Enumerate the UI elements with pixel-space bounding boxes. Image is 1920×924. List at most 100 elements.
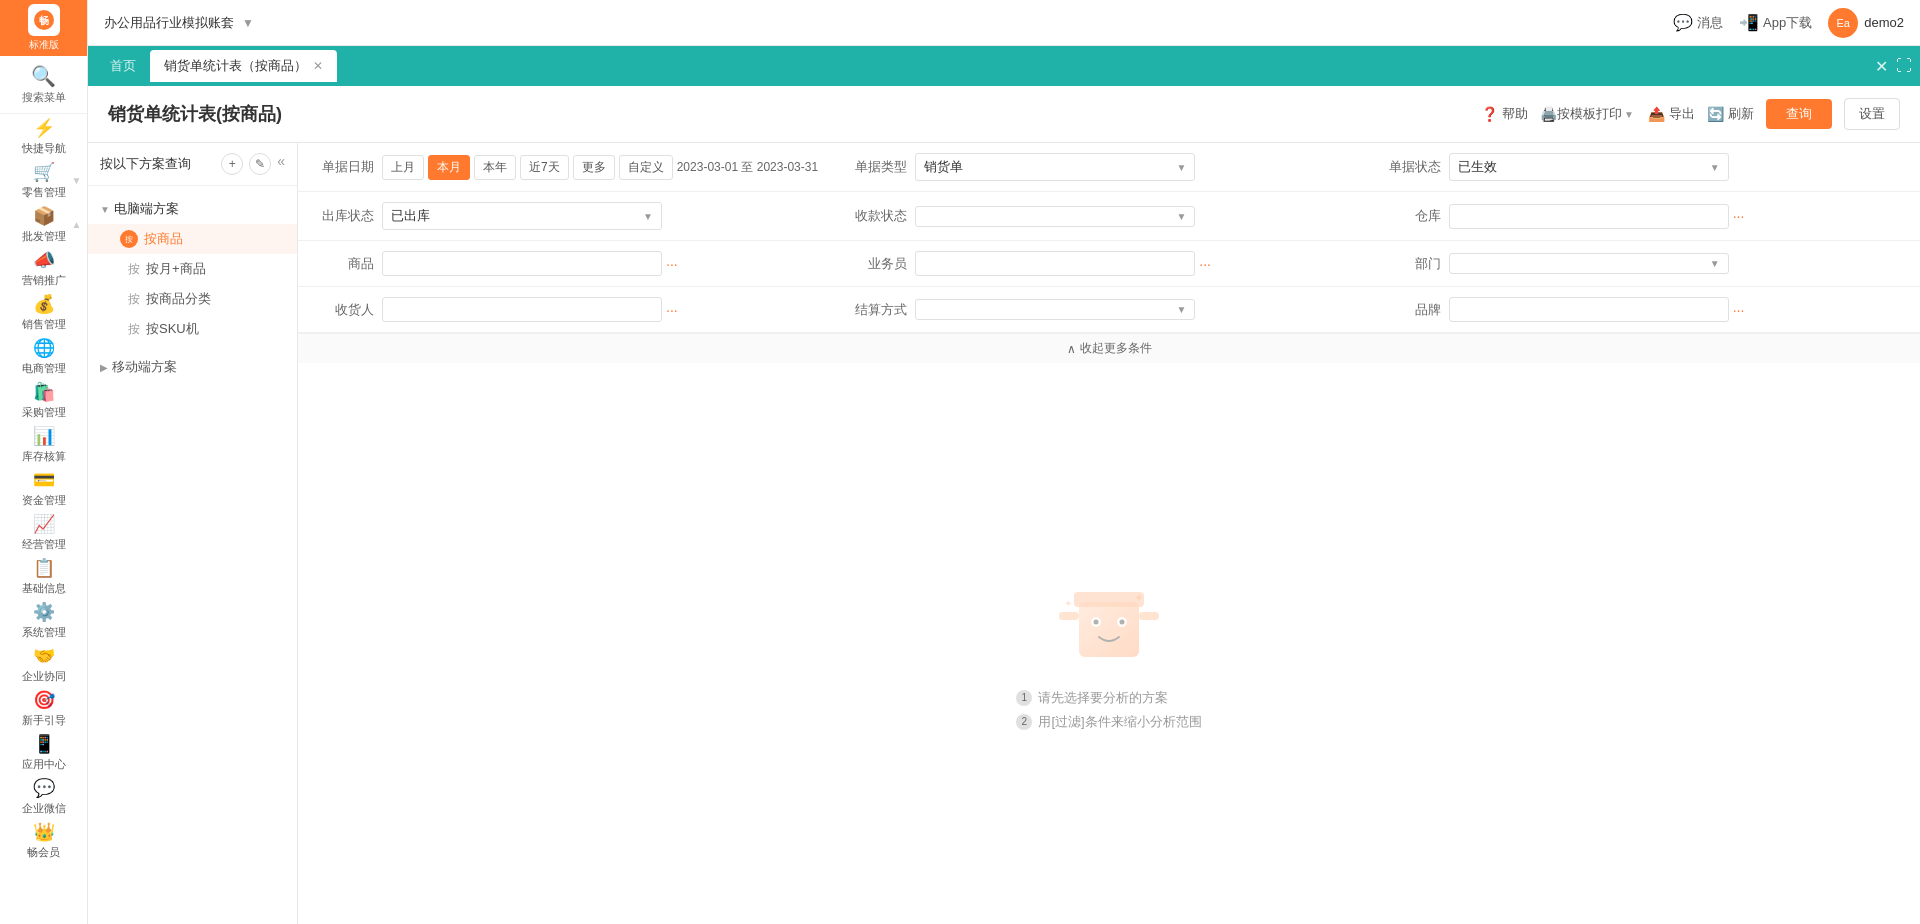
inventory-icon: 📊 — [33, 425, 55, 447]
add-scheme-btn[interactable]: + — [221, 153, 243, 175]
tree-item-by-sku[interactable]: 按 按SKU机 — [88, 314, 297, 344]
sidebar-item-retail[interactable]: 🛒 零售管理 ▼ — [0, 158, 88, 202]
settings-btn[interactable]: 设置 — [1844, 98, 1900, 130]
status-filter-cell: 单据状态 已生效 ▼ — [1381, 153, 1904, 181]
product-browse-icon[interactable]: ··· — [666, 256, 678, 272]
user-profile[interactable]: Ea demo2 — [1828, 8, 1904, 38]
svg-text:✦: ✦ — [1064, 598, 1072, 609]
print-label: 按模板打印 — [1557, 105, 1622, 123]
desktop-section-header[interactable]: ▼ 电脑端方案 — [88, 194, 297, 224]
by-sku-label: 按SKU机 — [146, 320, 199, 338]
sidebar-item-inventory[interactable]: 📊 库存核算 — [0, 422, 88, 466]
date-this-month-btn[interactable]: 本月 — [428, 155, 470, 180]
product-input-wrapper: ··· — [382, 251, 837, 276]
refresh-btn[interactable]: 🔄 刷新 — [1707, 105, 1754, 123]
salesperson-browse-icon[interactable]: ··· — [1199, 256, 1211, 272]
product-filter-cell: 商品 ··· — [314, 251, 837, 276]
print-dropdown-icon[interactable]: ▼ — [1622, 109, 1636, 120]
empty-tips: 1 请先选择要分析的方案 2 用[过滤]条件来缩小分析范围 — [1016, 689, 1201, 731]
payment-status-select[interactable]: ▼ — [915, 206, 1195, 227]
message-btn[interactable]: 💬 消息 — [1673, 13, 1723, 32]
sidebar-item-wechat[interactable]: 💬 企业微信 — [0, 774, 88, 818]
export-btn[interactable]: 📤 导出 — [1648, 105, 1695, 123]
member-label: 畅会员 — [27, 845, 60, 860]
date-7days-btn[interactable]: 近7天 — [520, 155, 569, 180]
collapse-panel-icon[interactable]: « — [277, 153, 285, 175]
tab-stats[interactable]: 销货单统计表（按商品） ✕ — [150, 50, 337, 82]
sidebar-item-basic[interactable]: 📋 基础信息 — [0, 554, 88, 598]
storage-input-wrapper: ··· — [1449, 204, 1904, 229]
warehouse-dropdown-icon: ▼ — [643, 211, 653, 222]
sidebar-item-sales[interactable]: 💰 销售管理 — [0, 290, 88, 334]
wholesale-label: 批发管理 — [22, 229, 66, 244]
search-menu-item[interactable]: 🔍 搜索菜单 — [0, 56, 88, 114]
logo-icon: 畅 — [28, 4, 60, 36]
date-last-month-btn[interactable]: 上月 — [382, 155, 424, 180]
tab-home[interactable]: 首页 — [96, 50, 150, 82]
salesperson-filter-cell: 业务员 ··· — [847, 251, 1370, 276]
payment-method-select[interactable]: ▼ — [915, 299, 1195, 320]
payment-method-dropdown-icon: ▼ — [1176, 304, 1186, 315]
by-month-product-label: 按月+商品 — [146, 260, 206, 278]
sku-icon: 按 — [128, 321, 140, 338]
date-this-year-btn[interactable]: 本年 — [474, 155, 516, 180]
enterprise-label: 企业协同 — [22, 669, 66, 684]
filter-row-2: 出库状态 已出库 ▼ 收款状态 ▼ 仓库 — [298, 192, 1920, 241]
product-input[interactable] — [382, 251, 662, 276]
receiver-input[interactable] — [382, 297, 662, 322]
payment-status-filter-cell: 收款状态 ▼ — [847, 202, 1370, 230]
storage-input[interactable] — [1449, 204, 1729, 229]
type-filter-label: 单据类型 — [847, 158, 907, 176]
sidebar-item-enterprise[interactable]: 🤝 企业协同 — [0, 642, 88, 686]
brand-browse-icon[interactable]: ··· — [1733, 302, 1745, 318]
tab-maximize-icon[interactable]: ⛶ — [1896, 57, 1912, 75]
search-icon: 🔍 — [31, 64, 56, 88]
sidebar-item-ecommerce[interactable]: 🌐 电商管理 — [0, 334, 88, 378]
workspace-dropdown-icon[interactable]: ▼ — [242, 16, 254, 30]
help-btn[interactable]: ❓ 帮助 — [1481, 105, 1528, 123]
mobile-section-header[interactable]: ▶ 移动端方案 — [88, 352, 297, 382]
query-btn[interactable]: 查询 — [1766, 99, 1832, 129]
sidebar-item-operations[interactable]: 📈 经营管理 — [0, 510, 88, 554]
purchase-label: 采购管理 — [22, 405, 66, 420]
status-filter-select[interactable]: 已生效 ▼ — [1449, 153, 1729, 181]
operations-icon: 📈 — [33, 513, 55, 535]
collapse-more-btn[interactable]: ∧ 收起更多条件 — [298, 333, 1920, 363]
left-panel: 按以下方案查询 + ✎ « ▼ 电脑端方案 — [88, 143, 298, 924]
receiver-browse-icon[interactable]: ··· — [666, 302, 678, 318]
sidebar-item-member[interactable]: 👑 畅会员 — [0, 818, 88, 862]
edit-scheme-btn[interactable]: ✎ — [249, 153, 271, 175]
retail-arrow-icon: ▼ — [72, 175, 82, 186]
app-center-label: 应用中心 — [22, 757, 66, 772]
sidebar-item-app-center[interactable]: 📱 应用中心 — [0, 730, 88, 774]
product-filter-label: 商品 — [314, 255, 374, 273]
tab-close-icon[interactable]: ✕ — [313, 59, 323, 73]
salesperson-input[interactable] — [915, 251, 1195, 276]
date-more-btn[interactable]: 更多 — [573, 155, 615, 180]
warehouse-filter-select[interactable]: 已出库 ▼ — [382, 202, 662, 230]
tree-item-by-product[interactable]: 按 按商品 — [88, 224, 297, 254]
print-btn[interactable]: 🖨️ 按模板打印 ▼ — [1540, 105, 1636, 123]
sidebar-item-finance[interactable]: 💳 资金管理 — [0, 466, 88, 510]
type-filter-select[interactable]: 销货单 ▼ — [915, 153, 1195, 181]
storage-browse-icon[interactable]: ··· — [1733, 208, 1745, 224]
tab-close-all-icon[interactable]: ✕ — [1875, 57, 1888, 76]
sidebar-item-marketing[interactable]: 📣 营销推广 — [0, 246, 88, 290]
tab-home-label: 首页 — [110, 57, 136, 75]
payment-status-label: 收款状态 — [847, 207, 907, 225]
marketing-label: 营销推广 — [22, 273, 66, 288]
date-custom-btn[interactable]: 自定义 — [619, 155, 673, 180]
department-filter-select[interactable]: ▼ — [1449, 253, 1729, 274]
sidebar-item-quick-nav[interactable]: ⚡ 快捷导航 — [0, 114, 88, 158]
app-download-btn[interactable]: 📲 App下载 — [1739, 13, 1812, 32]
filter-row-3: 商品 ··· 业务员 ··· 部门 — [298, 241, 1920, 287]
sidebar-item-purchase[interactable]: 🛍️ 采购管理 — [0, 378, 88, 422]
sidebar-item-system[interactable]: ⚙️ 系统管理 — [0, 598, 88, 642]
tree-item-by-month-product[interactable]: 按 按月+商品 — [88, 254, 297, 284]
sidebar-item-guide[interactable]: 🎯 新手引导 — [0, 686, 88, 730]
brand-input[interactable] — [1449, 297, 1729, 322]
storage-filter-label: 仓库 — [1381, 207, 1441, 225]
tree-item-by-category[interactable]: 按 按商品分类 — [88, 284, 297, 314]
sidebar-item-wholesale[interactable]: 📦 批发管理 ▲ — [0, 202, 88, 246]
date-filter-group: 上月 本月 本年 近7天 更多 自定义 2023-03-01 至 2023-03… — [382, 155, 818, 180]
